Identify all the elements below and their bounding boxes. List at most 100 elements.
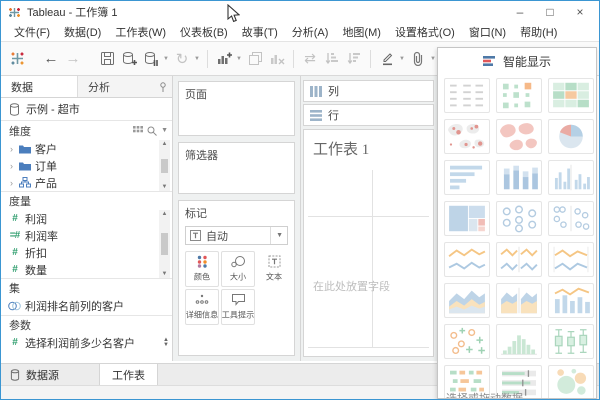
menu-analysis[interactable]: 分析(A) — [285, 23, 336, 41]
worksheet-canvas[interactable]: 工作表 1 在此处放置字段 — [303, 129, 434, 357]
refresh-icon[interactable]: ↻ — [172, 49, 192, 69]
dual-combination-thumbnail[interactable] — [548, 283, 594, 318]
drop-field-hint: 在此处放置字段 — [313, 278, 390, 294]
size-button[interactable]: 大小 — [221, 251, 255, 287]
measure-row-profit[interactable]: # 利润 — [1, 210, 172, 227]
sort-descending-icon[interactable] — [344, 49, 364, 69]
side-by-side-bars-thumbnail[interactable] — [548, 160, 594, 195]
expander-icon[interactable]: › — [8, 144, 15, 154]
highlight-icon[interactable] — [377, 49, 397, 69]
worksheet-tab-label: 工作表 — [112, 367, 145, 383]
duplicate-sheet-icon[interactable] — [245, 49, 265, 69]
sort-ascending-icon[interactable] — [322, 49, 342, 69]
highlight-table-thumbnail[interactable] — [548, 78, 594, 113]
spinner-control[interactable]: ▲▼ — [163, 338, 169, 348]
tooltip-button[interactable]: 工具提示 — [221, 289, 255, 325]
continuous-lines-thumbnail[interactable] — [444, 242, 490, 277]
dimension-row-customer[interactable]: › 客户 — [1, 140, 172, 157]
show-me-title: 智能显示 — [503, 53, 551, 70]
new-worksheet-caret-icon[interactable]: ▼ — [236, 56, 243, 62]
box-and-whisker-thumbnail[interactable] — [548, 324, 594, 359]
rows-shelf[interactable]: 行 — [303, 104, 434, 126]
measures-list: # 利润 =# 利润率 # 折扣 # 数量 ▲▼ — [1, 210, 172, 278]
packed-bubbles-thumbnail[interactable] — [548, 365, 594, 399]
treemap-thumbnail[interactable] — [444, 201, 490, 236]
tab-worksheet[interactable]: 工作表 — [99, 364, 158, 385]
pause-updates-icon[interactable] — [141, 49, 161, 69]
highlight-caret-icon[interactable]: ▼ — [399, 56, 406, 62]
dimension-row-product[interactable]: › 产品 — [1, 174, 172, 191]
menu-map[interactable]: 地图(M) — [335, 23, 388, 41]
save-icon[interactable] — [97, 49, 117, 69]
filled-map-thumbnail[interactable] — [496, 119, 542, 154]
menu-story[interactable]: 故事(T) — [235, 23, 285, 41]
pie-chart-thumbnail[interactable] — [548, 119, 594, 154]
pages-card[interactable]: 页面 — [178, 81, 295, 136]
detail-dots-icon — [195, 293, 209, 306]
tab-data[interactable]: 数据 — [1, 76, 77, 97]
rows-shelf-label: 行 — [328, 107, 339, 123]
parameter-row-top-n[interactable]: # 选择利润前多少名客户 ▲▼ — [1, 334, 172, 351]
redo-icon[interactable]: → — [63, 49, 83, 69]
close-button[interactable]: × — [565, 1, 595, 23]
undo-icon[interactable]: ← — [41, 49, 61, 69]
heat-map-thumbnail[interactable] — [496, 78, 542, 113]
new-worksheet-icon[interactable] — [214, 49, 234, 69]
search-icon[interactable] — [147, 126, 157, 136]
discrete-lines-thumbnail[interactable] — [496, 242, 542, 277]
maximize-button[interactable]: □ — [535, 1, 565, 23]
dimensions-scrollbar[interactable]: ▲▼ — [159, 140, 170, 191]
color-button[interactable]: 颜色 — [185, 251, 219, 287]
menu-window[interactable]: 窗口(N) — [462, 23, 513, 41]
dimension-row-order[interactable]: › 订单 — [1, 157, 172, 174]
menu-help[interactable]: 帮助(H) — [513, 23, 564, 41]
stacked-bars-thumbnail[interactable] — [496, 160, 542, 195]
scatter-plot-thumbnail[interactable] — [444, 324, 490, 359]
hierarchy-icon — [19, 177, 31, 188]
new-datasource-icon[interactable] — [119, 49, 139, 69]
horizontal-bars-thumbnail[interactable] — [444, 160, 490, 195]
expander-icon[interactable]: › — [8, 161, 15, 171]
symbol-map-thumbnail[interactable] — [444, 119, 490, 154]
filters-card[interactable]: 筛选器 — [178, 142, 295, 194]
group-members-icon[interactable] — [408, 49, 428, 69]
tab-datasource[interactable]: 数据源 — [1, 364, 71, 385]
measure-row-profit-ratio[interactable]: =# 利润率 — [1, 227, 172, 244]
detail-button[interactable]: 详细信息 — [185, 289, 219, 325]
text-table-thumbnail[interactable] — [444, 78, 490, 113]
dual-lines-thumbnail[interactable] — [548, 242, 594, 277]
pause-updates-caret-icon[interactable]: ▼ — [163, 56, 170, 62]
dimensions-menu-caret-icon[interactable]: ▼ — [161, 127, 168, 134]
group-members-caret-icon[interactable]: ▼ — [430, 56, 437, 62]
dimension-label: 产品 — [35, 175, 57, 191]
text-button[interactable]: 文本 — [257, 251, 291, 287]
measure-row-quantity[interactable]: # 数量 — [1, 261, 172, 278]
tab-analytics[interactable]: 分析 — [77, 76, 154, 97]
datasource-item[interactable]: 示例 - 超市 — [1, 98, 172, 121]
refresh-caret-icon[interactable]: ▼ — [194, 56, 201, 62]
measures-scrollbar[interactable]: ▲▼ — [159, 210, 170, 278]
show-me-footer-hint: 选择或拖动数据 — [446, 390, 523, 399]
continuous-area-thumbnail[interactable] — [444, 283, 490, 318]
minimize-button[interactable]: – — [505, 1, 535, 23]
menu-dashboard[interactable]: 仪表板(B) — [173, 23, 235, 41]
menu-worksheet[interactable]: 工作表(W) — [108, 23, 173, 41]
menu-file[interactable]: 文件(F) — [7, 23, 57, 41]
circle-views-thumbnail[interactable] — [496, 201, 542, 236]
view-grid-icon[interactable] — [133, 126, 143, 136]
menu-format[interactable]: 设置格式(O) — [388, 23, 462, 41]
side-by-side-circles-thumbnail[interactable] — [548, 201, 594, 236]
histogram-thumbnail[interactable] — [496, 324, 542, 359]
mark-type-dropdown[interactable]: 自动 ▼ — [185, 226, 288, 245]
pin-icon[interactable] — [154, 76, 172, 97]
set-row-top-customers[interactable]: 利润排名前列的客户 — [1, 297, 172, 314]
measure-row-discount[interactable]: # 折扣 — [1, 244, 172, 261]
mark-type-auto-icon — [190, 230, 201, 241]
columns-shelf[interactable]: 列 — [303, 80, 434, 102]
expander-icon[interactable]: › — [8, 178, 15, 188]
discrete-area-thumbnail[interactable] — [496, 283, 542, 318]
menu-data[interactable]: 数据(D) — [57, 23, 108, 41]
clear-sheet-icon[interactable] — [267, 49, 287, 69]
swap-axes-icon[interactable]: ⇄ — [300, 49, 320, 69]
show-me-header[interactable]: 智能显示 — [438, 48, 596, 74]
